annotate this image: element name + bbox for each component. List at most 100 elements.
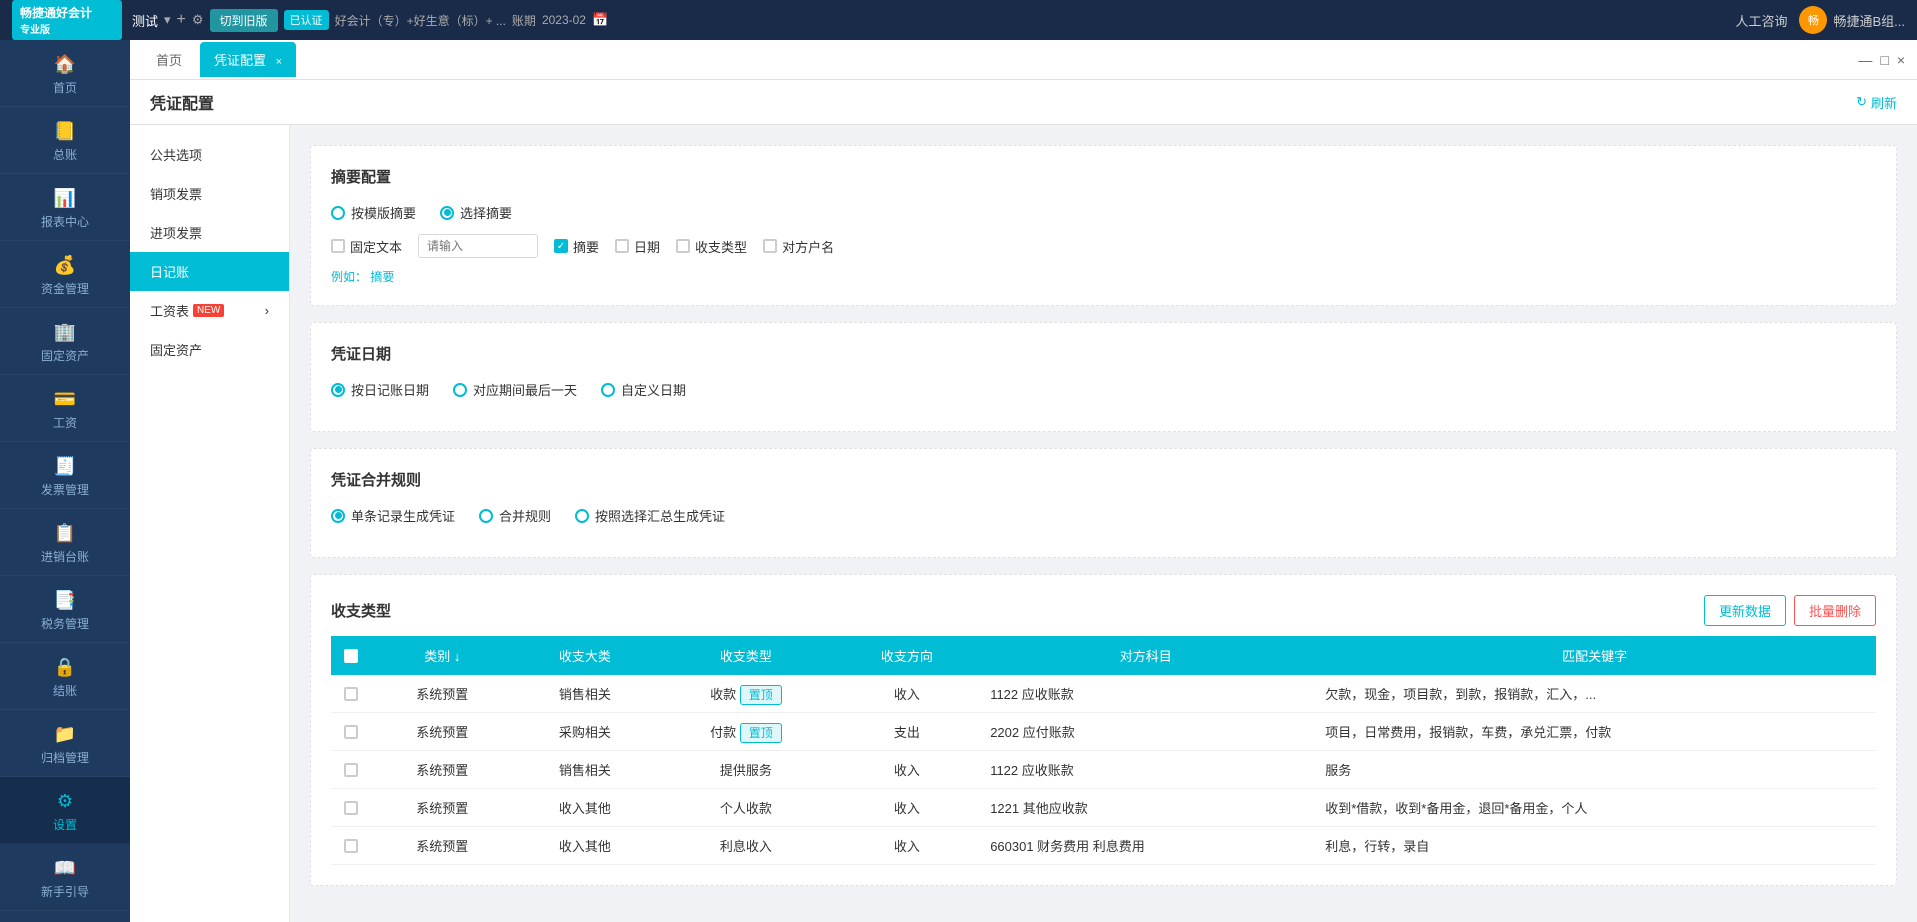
- table-header-row: 类别 ↓ 收支大类 收支类型: [331, 636, 1876, 675]
- merge-rule-title: 凭证合并规则: [331, 469, 1876, 490]
- cell-major: 销售相关: [514, 751, 657, 789]
- calendar-icon[interactable]: 📅: [592, 12, 608, 28]
- update-data-button[interactable]: 更新数据: [1704, 595, 1786, 626]
- sidebar-item-invoice[interactable]: 🧾 发票管理: [0, 442, 130, 509]
- tab-maximize-button[interactable]: □: [1880, 52, 1888, 68]
- radio-journal-date[interactable]: 按日记账日期: [331, 380, 429, 399]
- radio-custom-date[interactable]: 自定义日期: [601, 380, 686, 399]
- sidebar-item-settings[interactable]: ⚙ 设置: [0, 777, 130, 844]
- sidebar-item-sales[interactable]: 📋 进销台账: [0, 509, 130, 576]
- checkbox-pay-type[interactable]: 收支类型: [676, 237, 747, 256]
- sidebar-item-label: 新手引导: [41, 883, 89, 900]
- sidebar-item-guide[interactable]: 📖 新手引导: [0, 844, 130, 911]
- top-bar: 畅捷通好会计 专业版 测试 ▾ + ⚙ 切到旧版 已认证 好会计（专）+好生意（…: [0, 0, 1917, 40]
- radio-summary-gen[interactable]: 按照选择汇总生成凭证: [575, 506, 725, 525]
- left-nav-item-payroll-table[interactable]: 工资表 NEW ›: [130, 291, 289, 330]
- sidebar-item-label: 发票管理: [41, 481, 89, 498]
- main-content: 摘要配置 按模版摘要 选择摘要: [290, 125, 1917, 922]
- cell-direction: 收入: [836, 751, 979, 789]
- row-checkbox[interactable]: [344, 725, 358, 739]
- switch-version-button[interactable]: 切到旧版: [210, 9, 278, 32]
- cell-major: 收入其他: [514, 789, 657, 827]
- cell-major: 采购相关: [514, 713, 657, 751]
- gear-icon[interactable]: ⚙: [192, 12, 204, 28]
- type-tag[interactable]: 置顶: [740, 723, 782, 743]
- cell-direction: 支出: [836, 713, 979, 751]
- tab-close-button[interactable]: ×: [1897, 52, 1905, 68]
- checkbox-summary[interactable]: ✓ 摘要: [554, 237, 599, 256]
- merge-rule-radio-group: 单条记录生成凭证 合并规则 按照选择汇总生成凭证: [331, 506, 1876, 525]
- left-nav-item-public[interactable]: 公共选项: [130, 135, 289, 174]
- cell-type: 利息收入: [656, 827, 835, 865]
- cell-keywords: 服务: [1313, 751, 1876, 789]
- row-checkbox[interactable]: [344, 801, 358, 815]
- radio-select-summary[interactable]: 选择摘要: [440, 203, 512, 222]
- funds-icon: 💰: [54, 255, 76, 276]
- sidebar-item-funds[interactable]: 💰 资金管理: [0, 241, 130, 308]
- checkbox-fixed-text[interactable]: 固定文本: [331, 237, 402, 256]
- fixed-text-input[interactable]: [418, 234, 538, 258]
- sidebar-item-label: 结账: [53, 682, 77, 699]
- sidebar-item-ledger[interactable]: 📒 总账: [0, 107, 130, 174]
- sidebar-item-close[interactable]: 🔒 结账: [0, 643, 130, 710]
- radio-period-last-circle: [453, 383, 467, 397]
- checkbox-box-counterpart: [763, 239, 777, 253]
- select-all-checkbox[interactable]: [344, 649, 358, 663]
- cell-major: 销售相关: [514, 675, 657, 713]
- radio-merge-rule[interactable]: 合并规则: [479, 506, 551, 525]
- consult-button[interactable]: 人工咨询: [1735, 11, 1787, 30]
- sidebar-item-label: 设置: [53, 816, 77, 833]
- checkbox-box-date: [615, 239, 629, 253]
- table-header-actions: 更新数据 批量删除: [1704, 595, 1876, 626]
- tab-minimize-button[interactable]: —: [1858, 52, 1872, 68]
- refresh-button[interactable]: ↻ 刷新: [1856, 93, 1897, 112]
- logo-text: 畅捷通好会计: [20, 4, 114, 21]
- sidebar-item-label: 归档管理: [41, 749, 89, 766]
- inner-layout: 公共选项 销项发票 进项发票 日记账 工资表 NEW ›: [130, 125, 1917, 922]
- left-nav-item-fixed-assets[interactable]: 固定资产: [130, 330, 289, 369]
- checkbox-box-pay-type: [676, 239, 690, 253]
- sidebar-item-home[interactable]: 🏠 首页: [0, 40, 130, 107]
- radio-period-last[interactable]: 对应期间最后一天: [453, 380, 577, 399]
- left-nav-item-purchase-invoice[interactable]: 进项发票: [130, 213, 289, 252]
- row-checkbox[interactable]: [344, 687, 358, 701]
- user-name[interactable]: 畅捷通B组...: [1833, 11, 1905, 30]
- sidebar-item-assets[interactable]: 🏢 固定资产: [0, 308, 130, 375]
- add-icon[interactable]: +: [177, 11, 186, 29]
- period-label: 账期: [512, 12, 536, 29]
- left-nav-item-sales-invoice[interactable]: 销项发票: [130, 174, 289, 213]
- income-expense-section: 收支类型 更新数据 批量删除: [310, 574, 1897, 886]
- sidebar-item-archive[interactable]: 📁 归档管理: [0, 710, 130, 777]
- tab-close-icon[interactable]: ×: [276, 56, 282, 68]
- tab-actions: — □ ×: [1858, 52, 1905, 68]
- batch-delete-button[interactable]: 批量删除: [1794, 595, 1876, 626]
- sidebar-item-member[interactable]: 👑 畅会员: [0, 911, 130, 922]
- sidebar-item-payroll[interactable]: 💳 工资: [0, 375, 130, 442]
- sidebar-item-tax[interactable]: 📑 税务管理: [0, 576, 130, 643]
- row-checkbox[interactable]: [344, 763, 358, 777]
- certified-badge: 已认证: [284, 10, 329, 30]
- radio-single-record[interactable]: 单条记录生成凭证: [331, 506, 455, 525]
- voucher-date-title: 凭证日期: [331, 343, 1876, 364]
- cell-direction: 收入: [836, 789, 979, 827]
- chevron-down-icon[interactable]: ▾: [164, 12, 171, 28]
- left-nav-item-journal[interactable]: 日记账: [130, 252, 289, 291]
- checkbox-date[interactable]: 日期: [615, 237, 660, 256]
- main-layout: 🏠 首页 📒 总账 📊 报表中心 💰 资金管理 🏢 固定资产 💳 工资 🧾 发票…: [0, 40, 1917, 922]
- radio-merge-circle: [479, 509, 493, 523]
- summary-section: 摘要配置 按模版摘要 选择摘要: [310, 145, 1897, 306]
- radio-summary-gen-circle: [575, 509, 589, 523]
- checkbox-counterpart[interactable]: 对方户名: [763, 237, 834, 256]
- tab-voucher[interactable]: 凭证配置 ×: [200, 42, 296, 77]
- row-checkbox[interactable]: [344, 839, 358, 853]
- cell-keywords: 收到*借款，收到*备用金，退回*备用金，个人: [1313, 789, 1876, 827]
- cell-category: 系统预置: [371, 713, 514, 751]
- sidebar-item-label: 总账: [53, 146, 77, 163]
- cell-category: 系统预置: [371, 675, 514, 713]
- chevron-right-icon: ›: [265, 303, 269, 318]
- sidebar-item-reports[interactable]: 📊 报表中心: [0, 174, 130, 241]
- tab-home[interactable]: 首页: [142, 42, 196, 77]
- cell-account: 1122 应收账款: [978, 751, 1313, 789]
- radio-template-summary[interactable]: 按模版摘要: [331, 203, 416, 222]
- type-tag[interactable]: 置顶: [740, 685, 782, 705]
